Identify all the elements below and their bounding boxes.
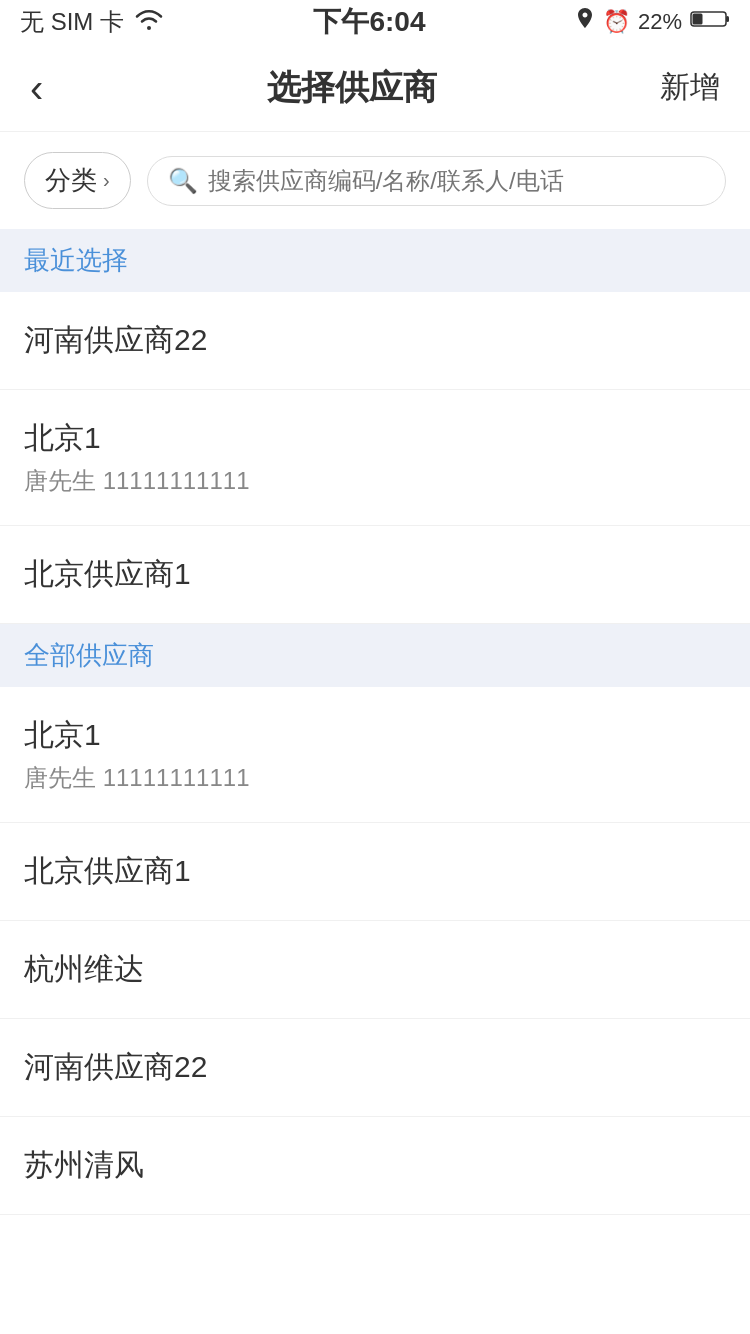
recent-section-header: 最近选择 [0,229,750,292]
wifi-icon [134,8,164,36]
item-name: 河南供应商22 [24,1047,726,1088]
item-name: 北京1 [24,715,726,756]
page-title: 选择供应商 [267,65,437,111]
list-item[interactable]: 北京供应商1 [0,526,750,624]
item-name: 杭州维达 [24,949,726,990]
chevron-right-icon: › [103,169,110,192]
item-sub: 唐先生 11111111111 [24,762,726,794]
svg-rect-1 [692,14,702,25]
item-name: 北京1 [24,418,726,459]
status-right: ⏰ 22% [575,8,730,36]
list-item[interactable]: 苏州清风 [0,1117,750,1215]
recent-list: 河南供应商22 北京1 唐先生 11111111111 北京供应商1 [0,292,750,624]
carrier-text: 无 SIM 卡 [20,6,124,38]
list-item[interactable]: 北京供应商1 [0,823,750,921]
list-item[interactable]: 河南供应商22 [0,292,750,390]
recent-section-label: 最近选择 [24,245,128,275]
filter-bar: 分类 › 🔍 [0,132,750,229]
list-item[interactable]: 北京1 唐先生 11111111111 [0,390,750,526]
add-button[interactable]: 新增 [660,67,720,108]
all-section-label: 全部供应商 [24,640,154,670]
status-left: 无 SIM 卡 [20,6,164,38]
item-name: 北京供应商1 [24,554,726,595]
list-item[interactable]: 河南供应商22 [0,1019,750,1117]
category-button[interactable]: 分类 › [24,152,131,209]
location-icon [575,8,595,36]
status-time: 下午6:04 [313,3,425,41]
search-icon: 🔍 [168,167,198,195]
svg-rect-2 [726,16,729,22]
item-sub: 唐先生 11111111111 [24,465,726,497]
list-item[interactable]: 北京1 唐先生 11111111111 [0,687,750,823]
item-name: 苏州清风 [24,1145,726,1186]
item-name: 河南供应商22 [24,320,726,361]
alarm-icon: ⏰ [603,9,630,35]
search-bar: 🔍 [147,156,726,206]
all-list: 北京1 唐先生 11111111111 北京供应商1 杭州维达河南供应商22 苏州清风 [0,687,750,1215]
list-item[interactable]: 杭州维达 [0,921,750,1019]
nav-bar: ‹ 选择供应商 新增 [0,44,750,132]
status-bar: 无 SIM 卡 下午6:04 ⏰ 22% [0,0,750,44]
all-section-header: 全部供应商 [0,624,750,687]
search-input[interactable] [208,167,705,195]
item-name: 北京供应商1 [24,851,726,892]
battery-text: 22% [638,9,682,35]
back-button[interactable]: ‹ [30,68,43,108]
battery-icon [690,9,730,35]
category-label: 分类 [45,163,97,198]
